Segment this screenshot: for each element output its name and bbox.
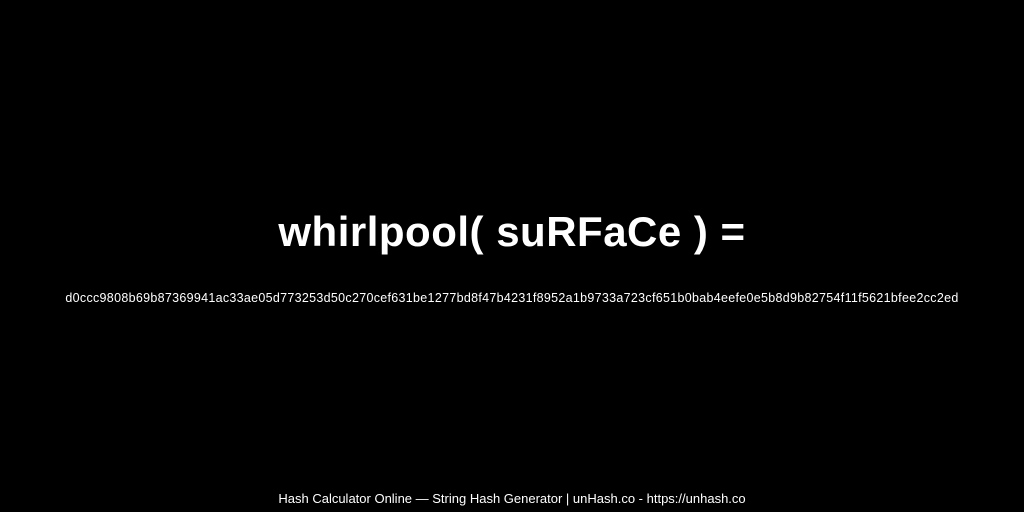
main-content: whirlpool( suRFaCe ) = d0ccc9808b69b8736… <box>0 0 1024 512</box>
hash-output-value: d0ccc9808b69b87369941ac33ae05d773253d50c… <box>65 291 958 305</box>
hash-expression: whirlpool( suRFaCe ) = <box>278 208 745 256</box>
footer-attribution: Hash Calculator Online — String Hash Gen… <box>0 491 1024 512</box>
